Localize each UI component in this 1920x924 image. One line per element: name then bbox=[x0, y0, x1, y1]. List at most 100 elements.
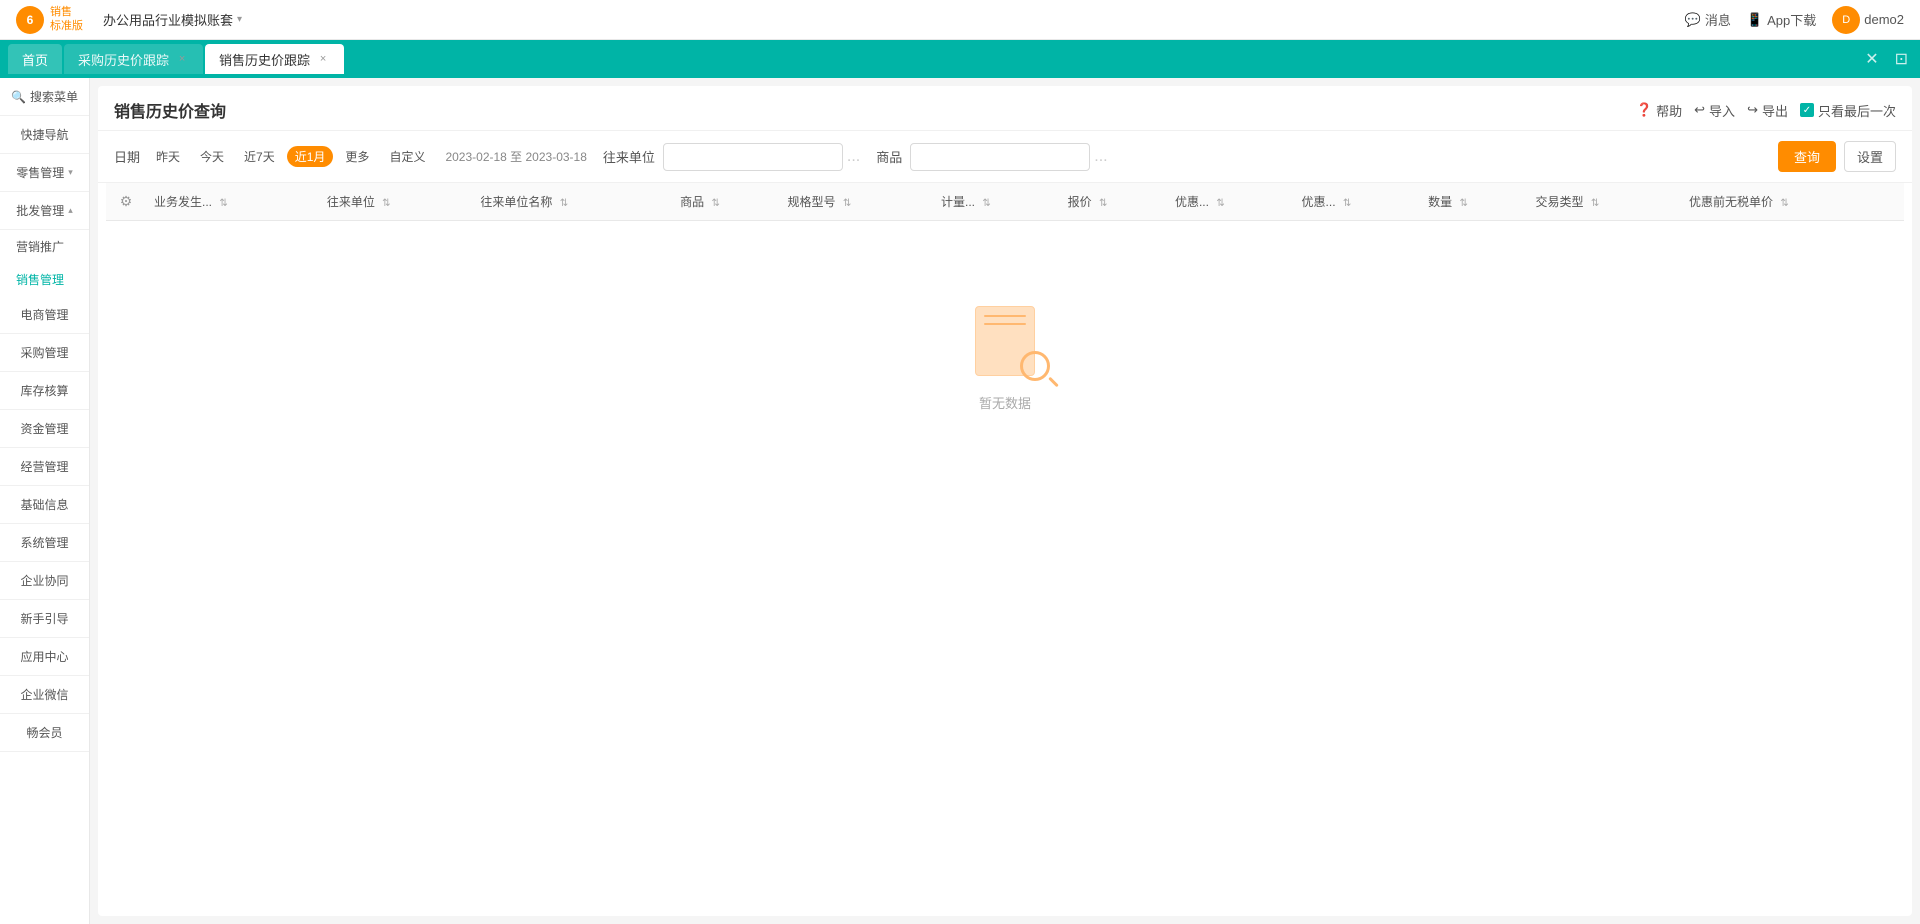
import-button[interactable]: ↩ 导入 bbox=[1694, 101, 1735, 120]
col-trade-type[interactable]: 交易类型 ⇅ bbox=[1527, 183, 1681, 221]
tab-sales-history[interactable]: 销售历史价跟踪 × bbox=[205, 44, 344, 74]
sidebar-item-retail[interactable]: 零售管理 ▾ bbox=[0, 154, 89, 192]
help-button[interactable]: ❓ 帮助 bbox=[1636, 101, 1682, 120]
sort-arrows-icon: ⇅ bbox=[382, 198, 390, 209]
tab-home[interactable]: 首页 bbox=[8, 44, 62, 74]
content-area: 销售历史价查询 ❓ 帮助 ↩ 导入 ↪ 导出 ✓ bbox=[90, 78, 1920, 924]
filter-actions: 查询 设置 bbox=[1778, 141, 1896, 172]
partner-filter-group: 往来单位 ... bbox=[603, 143, 860, 171]
col-unit[interactable]: 计量... ⇅ bbox=[933, 183, 1060, 221]
date-label: 日期 bbox=[114, 147, 140, 166]
settings-button[interactable]: 设置 bbox=[1844, 141, 1896, 172]
tab-purchase-history-label: 采购历史价跟踪 bbox=[78, 50, 169, 69]
date-range-text: 2023-02-18 至 2023-03-18 bbox=[445, 148, 586, 165]
table-container: ⚙ 业务发生... ⇅ 往来单位 ⇅ 往来单位名称 bbox=[98, 183, 1912, 472]
app-selector[interactable]: 办公用品行业模拟账套 ▾ bbox=[103, 10, 242, 29]
col-settings: ⚙ bbox=[106, 183, 146, 221]
goods-label: 商品 bbox=[876, 147, 902, 166]
tab-sales-history-close[interactable]: × bbox=[316, 52, 330, 66]
app-download-button[interactable]: 📱 App下载 bbox=[1747, 10, 1816, 29]
main-layout: 🔍 搜索菜单 快捷导航 零售管理 ▾ 批发管理 ▴ 营销推广 销售管理 电商管理… bbox=[0, 78, 1920, 924]
sidebar-item-finance[interactable]: 资金管理 bbox=[0, 410, 89, 448]
date-options: 昨天 今天 近7天 近1月 更多 自定义 bbox=[148, 146, 433, 167]
export-button[interactable]: ↪ 导出 bbox=[1747, 101, 1788, 120]
page-actions: ❓ 帮助 ↩ 导入 ↪ 导出 ✓ 只看最后一次 bbox=[1636, 101, 1896, 120]
sidebar-item-quick-nav[interactable]: 快捷导航 bbox=[0, 116, 89, 154]
sort-arrows-icon: ⇅ bbox=[982, 198, 990, 209]
col-biz-date[interactable]: 业务发生... ⇅ bbox=[146, 183, 319, 221]
sidebar-item-operations[interactable]: 经营管理 bbox=[0, 448, 89, 486]
sidebar-item-member[interactable]: 畅会员 bbox=[0, 714, 89, 752]
table-header-row: ⚙ 业务发生... ⇅ 往来单位 ⇅ 往来单位名称 bbox=[106, 183, 1904, 221]
sidebar-item-purchase[interactable]: 采购管理 bbox=[0, 334, 89, 372]
tab-purchase-history[interactable]: 采购历史价跟踪 × bbox=[64, 44, 203, 74]
sort-arrows-icon: ⇅ bbox=[1099, 198, 1107, 209]
gear-icon[interactable]: ⚙ bbox=[120, 193, 133, 209]
date-opt-more[interactable]: 更多 bbox=[337, 146, 377, 167]
tab-sales-history-label: 销售历史价跟踪 bbox=[219, 50, 310, 69]
download-icon: 📱 bbox=[1747, 12, 1763, 28]
tab-purchase-history-close[interactable]: × bbox=[175, 52, 189, 66]
sort-arrows-icon: ⇅ bbox=[1780, 198, 1788, 209]
page-content: 销售历史价查询 ❓ 帮助 ↩ 导入 ↪ 导出 ✓ bbox=[98, 86, 1912, 916]
sort-arrows-icon: ⇅ bbox=[1460, 198, 1468, 209]
col-pre-tax-price[interactable]: 优惠前无税单价 ⇅ bbox=[1681, 183, 1904, 221]
partner-input[interactable] bbox=[663, 143, 843, 171]
user-menu[interactable]: D demo2 bbox=[1832, 6, 1904, 34]
sort-arrows-icon: ⇅ bbox=[1591, 198, 1599, 209]
col-partner-code[interactable]: 往来单位 ⇅ bbox=[319, 183, 473, 221]
date-filter-group: 日期 昨天 今天 近7天 近1月 更多 自定义 2023-02-18 至 202… bbox=[114, 146, 587, 167]
sidebar-item-inventory[interactable]: 库存核算 bbox=[0, 372, 89, 410]
sidebar: 🔍 搜索菜单 快捷导航 零售管理 ▾ 批发管理 ▴ 营销推广 销售管理 电商管理… bbox=[0, 78, 90, 924]
sidebar-item-wholesale[interactable]: 批发管理 ▴ bbox=[0, 192, 89, 230]
close-window-icon[interactable]: ✕ bbox=[1861, 47, 1882, 71]
empty-text: 暂无数据 bbox=[979, 393, 1031, 412]
col-discount1[interactable]: 优惠... ⇅ bbox=[1167, 183, 1294, 221]
sidebar-item-ecommerce[interactable]: 电商管理 bbox=[0, 296, 89, 334]
date-opt-yesterday[interactable]: 昨天 bbox=[148, 146, 188, 167]
sidebar-item-wechat[interactable]: 企业微信 bbox=[0, 676, 89, 714]
col-quote[interactable]: 报价 ⇅ bbox=[1060, 183, 1167, 221]
maximize-window-icon[interactable]: ⊡ bbox=[1891, 47, 1912, 71]
search-icon: 🔍 bbox=[11, 90, 26, 104]
date-opt-last7[interactable]: 近7天 bbox=[236, 146, 283, 167]
sidebar-item-app-center[interactable]: 应用中心 bbox=[0, 638, 89, 676]
logo-icon: 6 bbox=[16, 6, 44, 34]
checkbox-checked-icon: ✓ bbox=[1800, 103, 1814, 117]
sort-arrows-icon: ⇅ bbox=[843, 198, 851, 209]
chevron-down-icon: ▾ bbox=[68, 167, 73, 178]
empty-state: 暂无数据 bbox=[106, 221, 1904, 472]
chevron-up-icon: ▴ bbox=[68, 205, 73, 216]
avatar: D bbox=[1832, 6, 1860, 34]
partner-dots-button[interactable]: ... bbox=[847, 148, 860, 166]
goods-dots-button[interactable]: ... bbox=[1094, 148, 1107, 166]
import-icon: ↩ bbox=[1694, 102, 1705, 118]
col-quantity[interactable]: 数量 ⇅ bbox=[1420, 183, 1527, 221]
sidebar-item-newbie[interactable]: 新手引导 bbox=[0, 600, 89, 638]
message-button[interactable]: 💬 消息 bbox=[1685, 10, 1731, 29]
logo-area: 6 销售 标准版 bbox=[16, 6, 83, 34]
date-opt-today[interactable]: 今天 bbox=[192, 146, 232, 167]
sidebar-item-basics[interactable]: 基础信息 bbox=[0, 486, 89, 524]
col-goods[interactable]: 商品 ⇅ bbox=[672, 183, 779, 221]
sidebar-item-system[interactable]: 系统管理 bbox=[0, 524, 89, 562]
query-button[interactable]: 查询 bbox=[1778, 141, 1836, 172]
date-opt-1month[interactable]: 近1月 bbox=[287, 146, 334, 167]
col-spec[interactable]: 规格型号 ⇅ bbox=[779, 183, 933, 221]
col-discount2[interactable]: 优惠... ⇅ bbox=[1294, 183, 1421, 221]
header-right: 💬 消息 📱 App下载 D demo2 bbox=[1685, 6, 1904, 34]
sidebar-sub-item-marketing[interactable]: 营销推广 bbox=[0, 230, 89, 263]
empty-illustration bbox=[955, 301, 1055, 381]
sort-arrows-icon: ⇅ bbox=[711, 198, 719, 209]
sidebar-sub-item-sales-mgmt[interactable]: 销售管理 bbox=[0, 263, 89, 296]
col-partner-name[interactable]: 往来单位名称 ⇅ bbox=[472, 183, 672, 221]
only-last-checkbox[interactable]: ✓ 只看最后一次 bbox=[1800, 101, 1896, 120]
date-opt-custom[interactable]: 自定义 bbox=[381, 146, 433, 167]
sidebar-item-enterprise[interactable]: 企业协同 bbox=[0, 562, 89, 600]
page-title: 销售历史价查询 bbox=[114, 98, 226, 122]
goods-input[interactable] bbox=[910, 143, 1090, 171]
chevron-down-icon: ▾ bbox=[237, 14, 242, 25]
sidebar-item-search[interactable]: 🔍 搜索菜单 bbox=[0, 78, 89, 116]
sort-arrows-icon: ⇅ bbox=[1343, 198, 1351, 209]
partner-label: 往来单位 bbox=[603, 147, 655, 166]
